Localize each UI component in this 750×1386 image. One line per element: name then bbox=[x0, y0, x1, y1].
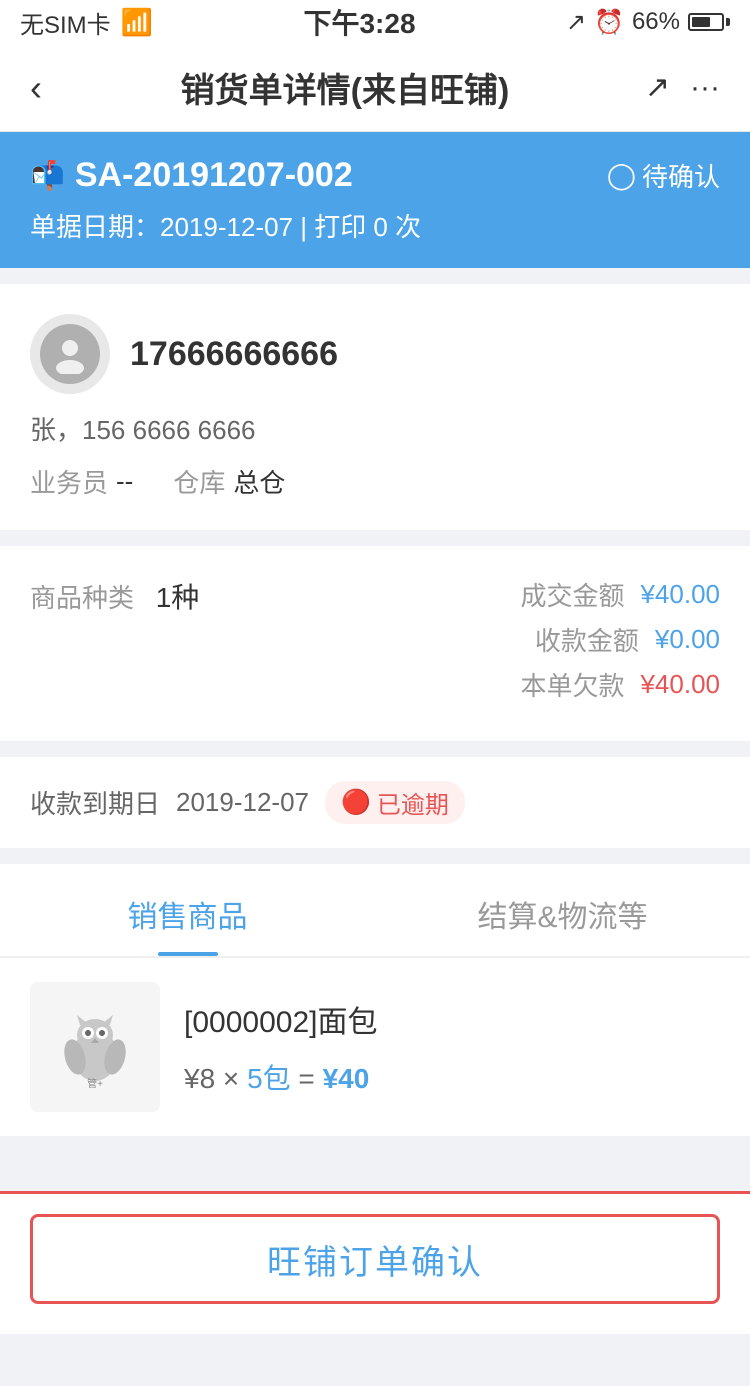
status-bar: 无SIM卡 📶 下午3:28 ↗ ⏰ 66% bbox=[0, 0, 750, 44]
product-item: 管+ [0000002]面包 ¥8 × 5包 = ¥40 bbox=[0, 958, 750, 1136]
transaction-value: ¥40.00 bbox=[640, 579, 720, 610]
received-value: ¥0.00 bbox=[655, 624, 720, 655]
back-button[interactable]: ‹ bbox=[30, 67, 90, 109]
status-left: 无SIM卡 📶 bbox=[20, 5, 153, 40]
order-date: 单据日期：2019-12-07 | 打印 0 次 bbox=[30, 207, 720, 244]
salesperson-label: 业务员 bbox=[30, 463, 108, 500]
page-title: 销货单详情(来自旺铺) bbox=[90, 63, 600, 112]
order-id: 📬 SA-20191207-002 bbox=[30, 156, 353, 195]
share-icon[interactable]: ↗︎ bbox=[645, 70, 670, 105]
overdue-badge: 🔴 已逾期 bbox=[325, 781, 465, 824]
salesperson-value: -- bbox=[116, 466, 133, 497]
due-date-value: 2019-12-07 bbox=[176, 787, 309, 818]
avatar bbox=[30, 314, 110, 394]
product-name: [0000002]面包 bbox=[184, 997, 720, 1041]
battery-text: 66% bbox=[632, 8, 680, 36]
tab-settlement-logistics[interactable]: 结算&物流等 bbox=[375, 864, 750, 956]
order-header-top: 📬 SA-20191207-002 ◯ 待确认 bbox=[30, 156, 720, 195]
product-info: [0000002]面包 ¥8 × 5包 = ¥40 bbox=[184, 997, 720, 1097]
summary-right: 成交金额 ¥40.00 收款金额 ¥0.00 本单欠款 ¥40.00 bbox=[520, 576, 720, 711]
wifi-icon: 📶 bbox=[121, 7, 153, 38]
summary-left: 商品种类 1种 bbox=[30, 576, 199, 616]
transaction-label: 成交金额 bbox=[520, 576, 624, 613]
price-formula: ¥8 × bbox=[184, 1063, 247, 1094]
product-price: ¥8 × 5包 = ¥40 bbox=[184, 1057, 720, 1097]
goods-type-value: 1种 bbox=[156, 582, 200, 613]
price-total: ¥40 bbox=[323, 1063, 370, 1094]
salesperson-item: 业务员 -- bbox=[30, 463, 133, 500]
confirm-button-wrapper: 旺铺订单确认 bbox=[0, 1191, 750, 1334]
avatar-icon bbox=[40, 324, 100, 384]
confirm-button[interactable]: 旺铺订单确认 bbox=[30, 1214, 720, 1304]
order-status: ◯ 待确认 bbox=[607, 157, 720, 194]
alert-icon: 🔴 bbox=[341, 788, 371, 817]
customer-name: 张，156 6666 6666 bbox=[30, 410, 720, 447]
due-section: 收款到期日 2019-12-07 🔴 已逾期 bbox=[0, 757, 750, 848]
transaction-row: 成交金额 ¥40.00 bbox=[520, 576, 720, 613]
nav-bar: ‹ 销货单详情(来自旺铺) ↗︎ ··· bbox=[0, 44, 750, 132]
tabs-section: 销售商品 结算&物流等 bbox=[0, 864, 750, 1136]
customer-phone: 17666666666 bbox=[130, 335, 338, 374]
owe-row: 本单欠款 ¥40.00 bbox=[520, 666, 720, 703]
order-icon: 📬 bbox=[30, 159, 65, 192]
nav-actions: ↗︎ ··· bbox=[600, 70, 720, 105]
price-equals: = bbox=[291, 1063, 323, 1094]
carrier-text: 无SIM卡 bbox=[20, 5, 111, 40]
owe-value: ¥40.00 bbox=[640, 669, 720, 700]
battery-icon bbox=[688, 13, 730, 31]
received-label: 收款金额 bbox=[535, 621, 639, 658]
due-date-label: 收款到期日 bbox=[30, 784, 160, 821]
more-icon[interactable]: ··· bbox=[690, 71, 720, 105]
tabs-row: 销售商品 结算&物流等 bbox=[0, 864, 750, 958]
warehouse-item: 仓库 总仓 bbox=[173, 463, 285, 500]
alarm-icon: ⏰ bbox=[594, 8, 624, 37]
customer-row: 17666666666 bbox=[30, 314, 720, 394]
customer-meta: 业务员 -- 仓库 总仓 bbox=[30, 463, 720, 500]
customer-card: 17666666666 张，156 6666 6666 业务员 -- 仓库 总仓 bbox=[0, 284, 750, 530]
location-icon: ↗ bbox=[566, 8, 586, 37]
warehouse-value: 总仓 bbox=[233, 463, 285, 500]
order-header: 📬 SA-20191207-002 ◯ 待确认 单据日期：2019-12-07 … bbox=[0, 132, 750, 268]
received-row: 收款金额 ¥0.00 bbox=[520, 621, 720, 658]
status-right: ↗ ⏰ 66% bbox=[566, 8, 730, 37]
tab-sales-products[interactable]: 销售商品 bbox=[0, 864, 375, 956]
goods-type-label: 商品种类 bbox=[30, 583, 134, 613]
clock-icon: ◯ bbox=[607, 160, 636, 191]
status-time: 下午3:28 bbox=[303, 2, 415, 42]
summary-section: 商品种类 1种 成交金额 ¥40.00 收款金额 ¥0.00 本单欠款 ¥40.… bbox=[0, 546, 750, 741]
product-thumbnail: 管+ bbox=[30, 982, 160, 1112]
warehouse-label: 仓库 bbox=[173, 463, 225, 500]
svg-text:管+: 管+ bbox=[87, 1077, 103, 1090]
overdue-text: 已逾期 bbox=[377, 785, 449, 820]
owe-label: 本单欠款 bbox=[520, 666, 624, 703]
price-qty: 5包 bbox=[247, 1063, 291, 1094]
